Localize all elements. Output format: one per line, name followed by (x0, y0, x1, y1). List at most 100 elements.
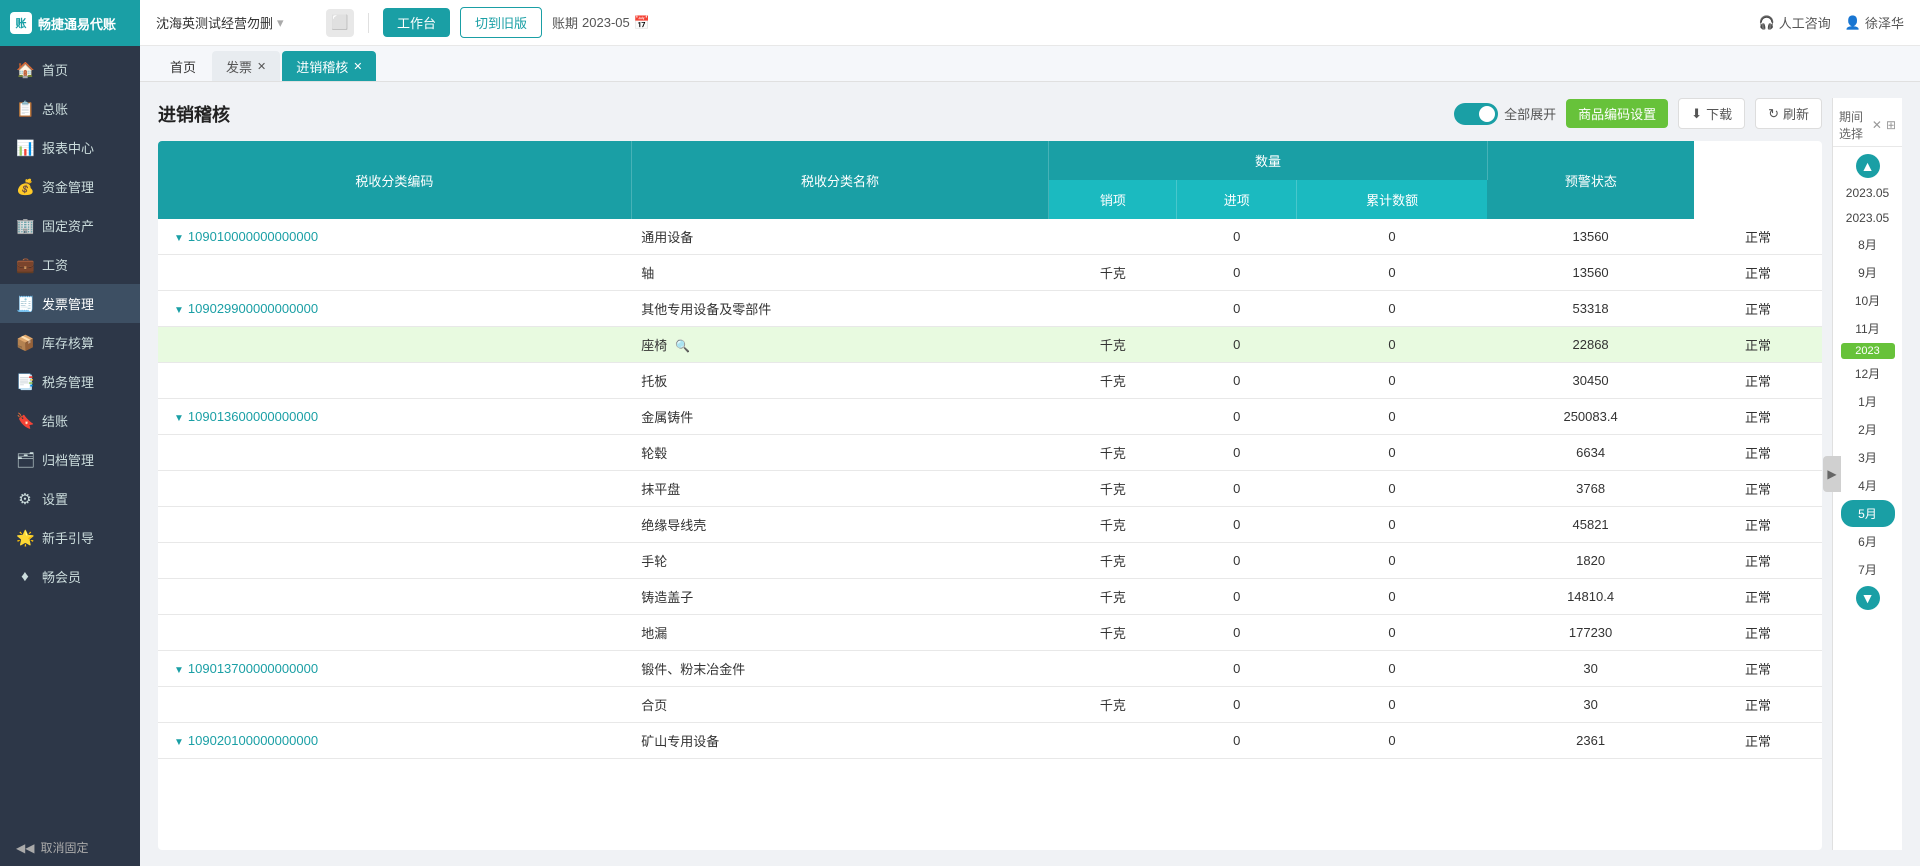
cell-sales: 0 (1177, 687, 1297, 723)
support-label: 人工咨询 (1779, 13, 1831, 32)
cell-sales: 0 (1177, 291, 1297, 327)
sidebar-footer-unpin[interactable]: ◀◀ 取消固定 (0, 829, 140, 866)
period-scroll-down[interactable]: ▼ (1856, 586, 1880, 610)
cell-warning: 正常 (1694, 219, 1822, 255)
cell-purchase: 0 (1297, 291, 1488, 327)
sidebar-item-label: 归档管理 (42, 450, 94, 469)
cell-unit: 千克 (1049, 507, 1177, 543)
period-month-item[interactable]: 4月 (1841, 472, 1895, 499)
sidebar-item-settings[interactable]: ⚙ 设置 (0, 479, 140, 518)
oldver-button[interactable]: 切到旧版 (460, 7, 542, 38)
tab-home[interactable]: 首页 (156, 51, 210, 81)
workbench-button[interactable]: 工作台 (383, 8, 450, 37)
period-month-item[interactable]: 1月 (1841, 388, 1895, 415)
cell-purchase: 0 (1297, 399, 1488, 435)
content-area: 进销稽核 全部展开 商品编码设置 ⬇ 下载 ↻ 刷新 (140, 82, 1920, 866)
sidebar-item-invoice[interactable]: 🧾 发票管理 (0, 284, 140, 323)
sidebar-item-capital[interactable]: 💰 资金管理 (0, 167, 140, 206)
cell-unit (1049, 219, 1177, 255)
cell-sales: 0 (1177, 219, 1297, 255)
expand-all-toggle[interactable] (1454, 103, 1498, 125)
cell-code: ▼109010000000000000 (158, 219, 631, 255)
sidebar-item-ledger[interactable]: 📋 总账 (0, 89, 140, 128)
cell-unit: 千克 (1049, 579, 1177, 615)
sidebar-item-label: 首页 (42, 60, 68, 79)
tab-reconcile[interactable]: 进销稽核 ✕ (282, 51, 376, 81)
panel-close-button[interactable]: ✕ (1872, 118, 1882, 132)
tab-reconcile-label: 进销稽核 (296, 57, 348, 76)
sidebar-item-member[interactable]: ♦ 畅会员 (0, 557, 140, 596)
cell-total: 6634 (1487, 435, 1694, 471)
panel-collapse-button[interactable]: ▶ (1823, 456, 1841, 492)
sidebar-item-assets[interactable]: 🏢 固定资产 (0, 206, 140, 245)
cell-name: 矿山专用设备 (631, 723, 1049, 759)
period-month-item[interactable]: 11月 (1841, 315, 1895, 342)
archive-icon: 🗂 (16, 451, 34, 469)
tab-reconcile-close[interactable]: ✕ (353, 60, 362, 73)
sidebar-item-salary[interactable]: 💼 工资 (0, 245, 140, 284)
period-month-item[interactable]: 12月 (1841, 360, 1895, 387)
company-selector[interactable]: 沈海英测试经营勿删 ▾ (156, 13, 316, 32)
tab-invoice[interactable]: 发票 ✕ (212, 51, 280, 81)
cell-sales: 0 (1177, 615, 1297, 651)
sidebar-item-archive[interactable]: 🗂 归档管理 (0, 440, 140, 479)
cell-purchase: 0 (1297, 219, 1488, 255)
sidebar-item-label: 发票管理 (42, 294, 94, 313)
cell-unit: 千克 (1049, 543, 1177, 579)
sidebar: 账 畅捷通易代账 🏠 首页 📋 总账 📊 报表中心 💰 资金管理 🏢 固定资产 … (0, 0, 140, 866)
th-total: 累计数额 (1297, 180, 1488, 219)
download-button[interactable]: ⬇ 下载 (1678, 98, 1745, 129)
period-month-item[interactable]: 10月 (1841, 287, 1895, 314)
period-list: ▲2023.052023.058月9月10月11月202312月1月2月3月4月… (1841, 151, 1895, 613)
period-month-item[interactable]: 3月 (1841, 444, 1895, 471)
panel-expand-button[interactable]: ⊞ (1886, 118, 1896, 132)
calendar-icon[interactable]: 📅 (634, 15, 650, 31)
cell-purchase: 0 (1297, 615, 1488, 651)
topbar: 沈海英测试经营勿删 ▾ ⬜ 工作台 切到旧版 账期 2023-05 📅 🎧 人工… (140, 0, 1920, 46)
tab-home-label: 首页 (170, 57, 196, 76)
cell-code: ▼109013700000000000 (158, 651, 631, 687)
period-month-item[interactable]: 2023.05 (1841, 181, 1895, 205)
period-month-item[interactable]: 6月 (1841, 528, 1895, 555)
cell-unit: 千克 (1049, 255, 1177, 291)
sidebar-item-inventory[interactable]: 📦 库存核算 (0, 323, 140, 362)
cell-code: ▼109029900000000000 (158, 291, 631, 327)
refresh-button[interactable]: ↻ 刷新 (1755, 98, 1822, 129)
panel-header: 期间选择 ✕ ⊞ (1833, 104, 1902, 147)
sidebar-item-label: 总账 (42, 99, 68, 118)
sidebar-item-reports[interactable]: 📊 报表中心 (0, 128, 140, 167)
sidebar-item-tax[interactable]: 📑 税务管理 (0, 362, 140, 401)
period-month-item[interactable]: 5月 (1841, 500, 1895, 527)
main-area: 沈海英测试经营勿删 ▾ ⬜ 工作台 切到旧版 账期 2023-05 📅 🎧 人工… (140, 0, 1920, 866)
cell-warning: 正常 (1694, 471, 1822, 507)
tab-invoice-close[interactable]: ✕ (257, 60, 266, 73)
support-button[interactable]: 🎧 人工咨询 (1759, 13, 1831, 32)
sidebar-item-home[interactable]: 🏠 首页 (0, 50, 140, 89)
capital-icon: 💰 (16, 178, 34, 196)
period-month-item[interactable]: 7月 (1841, 556, 1895, 583)
panel-title: 期间选择 (1839, 108, 1872, 142)
cell-total: 53318 (1487, 291, 1694, 327)
sidebar-item-label: 库存核算 (42, 333, 94, 352)
cell-name: 轴 (631, 255, 1049, 291)
right-panel: ▶ 期间选择 ✕ ⊞ ▲2023.052023.058月9月10月11月2023… (1832, 98, 1902, 850)
cell-purchase: 0 (1297, 723, 1488, 759)
cell-total: 250083.4 (1487, 399, 1694, 435)
cell-name: 合页 (631, 687, 1049, 723)
cell-sales: 0 (1177, 543, 1297, 579)
cell-code (158, 543, 631, 579)
period-month-item[interactable]: 8月 (1841, 231, 1895, 258)
company-copy-button[interactable]: ⬜ (326, 9, 354, 37)
sidebar-item-settle[interactable]: 🔖 结账 (0, 401, 140, 440)
cell-purchase: 0 (1297, 543, 1488, 579)
user-menu[interactable]: 👤 徐泽华 (1845, 13, 1904, 32)
period-scroll-up[interactable]: ▲ (1856, 154, 1880, 178)
cell-total: 177230 (1487, 615, 1694, 651)
period-month-item[interactable]: 2月 (1841, 416, 1895, 443)
period-month-item[interactable]: 2023.05 (1841, 206, 1895, 230)
period-month-item[interactable]: 9月 (1841, 259, 1895, 286)
th-sales: 销项 (1049, 180, 1177, 219)
cell-warning: 正常 (1694, 687, 1822, 723)
sidebar-item-guide[interactable]: 🌟 新手引导 (0, 518, 140, 557)
product-code-button[interactable]: 商品编码设置 (1566, 99, 1668, 128)
